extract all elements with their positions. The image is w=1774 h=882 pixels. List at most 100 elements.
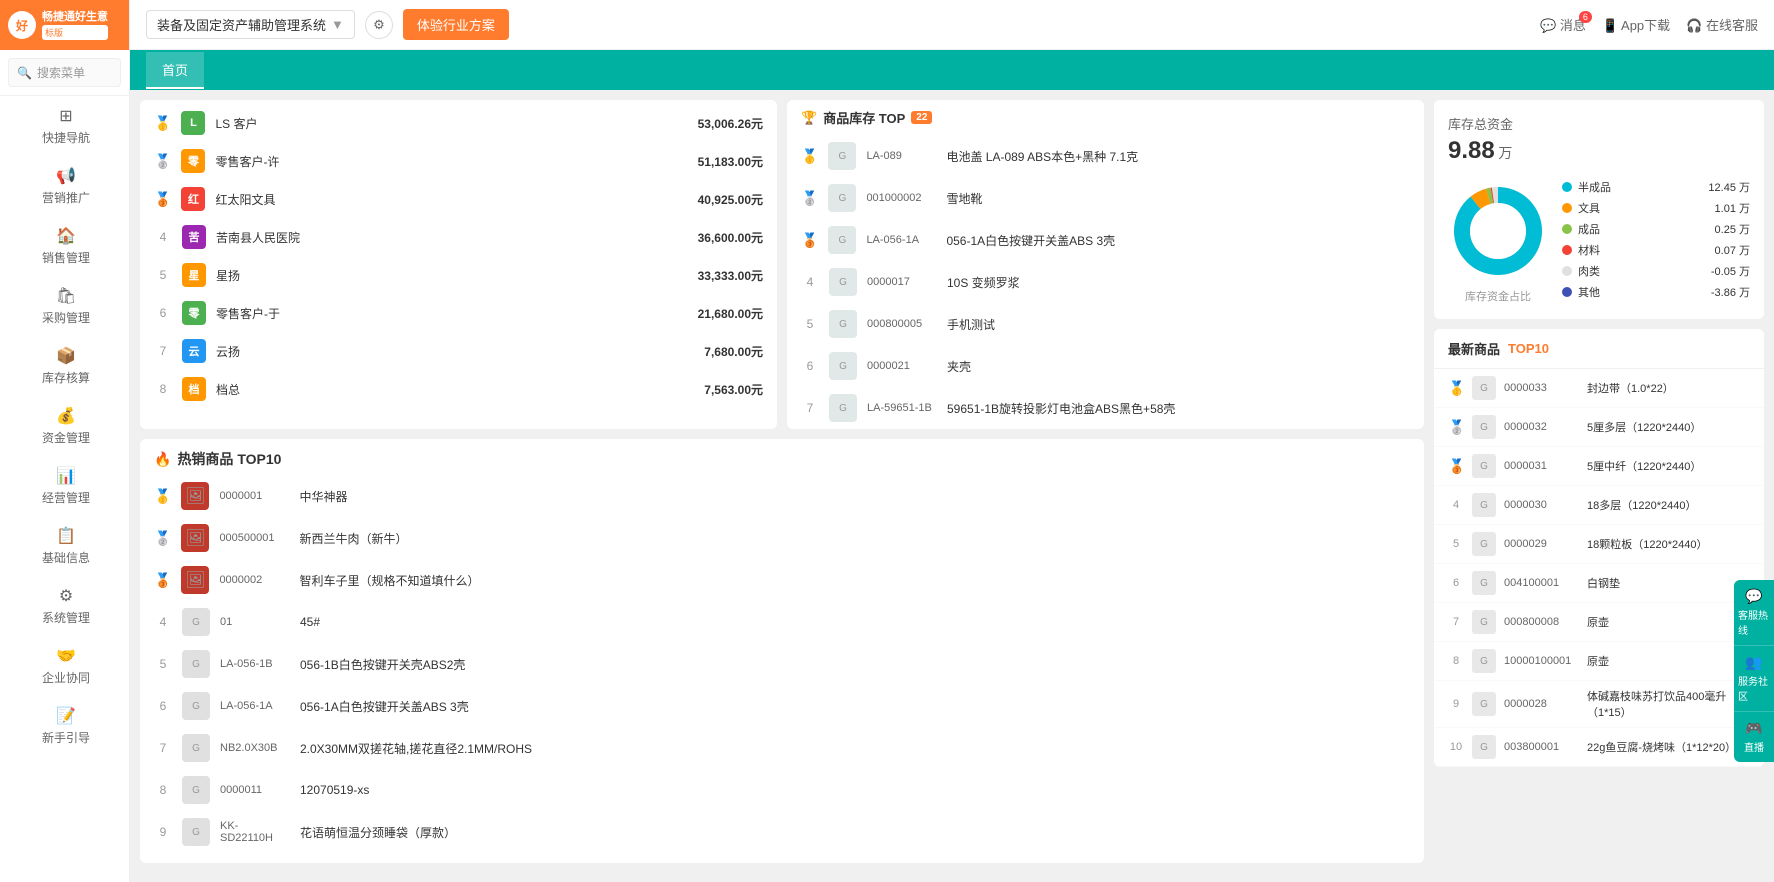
product-code: LA-59651-1B — [867, 402, 937, 414]
float-service-community-button[interactable]: 👥 服务社区 — [1734, 646, 1774, 712]
nav-label-sales: 销售管理 — [42, 249, 90, 266]
customer-name: 红太阳文具 — [215, 191, 687, 208]
legend-dot — [1562, 287, 1572, 297]
new-product-item: 9 G 0000028 体碱嘉枝味苏打饮品400毫升（1*15） — [1434, 681, 1764, 728]
trial-button[interactable]: 体验行业方案 — [403, 9, 509, 40]
sidebar-item-cooperation[interactable]: 🤝 企业协同 — [0, 636, 129, 696]
product-thumbnail: G — [829, 310, 857, 338]
nav-label-inventory: 库存核算 — [42, 369, 90, 386]
product-code: 0000002 — [219, 574, 289, 586]
new-product-thumbnail: G — [1472, 735, 1496, 759]
sidebar-search-area: 🔍 搜索菜单 — [0, 50, 129, 96]
float-btn-label: 服务社区 — [1738, 673, 1770, 703]
sidebar-item-inventory[interactable]: 📦 库存核算 — [0, 336, 129, 396]
settings-button[interactable]: ⚙ — [365, 11, 393, 39]
nav-icon-finance: 💰 — [56, 406, 76, 426]
legend-value: 1.01 万 — [1715, 200, 1750, 216]
product-code: 0000017 — [867, 276, 937, 288]
product-name: 056-1A白色按键开关盖ABS 3壳 — [946, 232, 1410, 249]
sidebar-item-purchase[interactable]: 🛍 采购管理 — [0, 276, 129, 336]
inventory-top-panel: 🏆 商品库存 TOP 22 🥇 G LA-089 电池盖 LA-089 ABS本… — [787, 100, 1424, 429]
new-product-name: 封边带（1.0*22） — [1587, 380, 1750, 396]
logo-text: 畅捷通好生意 — [42, 10, 108, 24]
inventory-product-item: 5 G 000800005 手机测试 — [787, 303, 1424, 345]
search-menu-button[interactable]: 🔍 搜索菜单 — [8, 58, 121, 87]
product-code: 001000002 — [866, 192, 936, 204]
rank-item: 🥉 红 红太阳文具 40,925.00元 — [140, 180, 777, 218]
sidebar-item-finance[interactable]: 💰 资金管理 — [0, 396, 129, 456]
sidebar-item-operations[interactable]: 📊 经营管理 — [0, 456, 129, 516]
customer-amount: 21,680.00元 — [698, 305, 763, 322]
rank-number: 8 — [154, 783, 172, 797]
new-product-rank: 4 — [1448, 499, 1464, 511]
rank-item: 5 星 星扬 33,333.00元 — [140, 256, 777, 294]
rank-number: 6 — [154, 306, 172, 320]
inventory-product-item: 🥈 G 001000002 雪地靴 — [787, 177, 1424, 219]
new-product-item: 🥈 G 0000032 5厘多层（1220*2440） — [1434, 408, 1764, 447]
rank-number: 4 — [801, 275, 819, 289]
new-product-name: 原壶 — [1587, 614, 1750, 630]
app-download-link[interactable]: 📱 App下载 — [1602, 15, 1670, 34]
product-thumbnail: G — [829, 394, 857, 422]
new-product-rank: 7 — [1448, 616, 1464, 628]
float-service: 💬 客服热线👥 服务社区🎮 直播 — [1734, 580, 1774, 762]
float-btn-label: 直播 — [1744, 739, 1764, 754]
online-service-link[interactable]: 🎧 在线客服 — [1686, 15, 1758, 34]
customer-name: 档总 — [216, 381, 694, 398]
product-code: LA-056-1A — [220, 700, 290, 712]
sidebar-item-guide[interactable]: 📝 新手引导 — [0, 696, 129, 756]
float-live-help-button[interactable]: 🎮 直播 — [1734, 712, 1774, 762]
nav-label-operations: 经营管理 — [42, 489, 90, 506]
product-code: NB2.0X30B — [220, 742, 290, 754]
nav-icon-quick-nav: ⊞ — [59, 106, 72, 126]
customer-avatar: 云 — [182, 339, 206, 363]
customer-amount: 40,925.00元 — [698, 191, 763, 208]
new-product-item: 10 G 003800001 22g鱼豆腐-烧烤味（1*12*20） — [1434, 728, 1764, 767]
legend-dot — [1562, 182, 1572, 192]
customer-avatar: 零 — [181, 149, 205, 173]
new-product-item: 🥉 G 0000031 5厘中纤（1220*2440） — [1434, 447, 1764, 486]
hot-product-item: 🥉 🖼 0000002 智利车子里（规格不知道填什么） — [140, 559, 1424, 601]
inventory-product-item: 6 G 0000021 夹壳 — [787, 345, 1424, 387]
logo-icon: 好 — [8, 11, 36, 39]
customer-avatar: 零 — [182, 301, 206, 325]
sidebar-item-system[interactable]: ⚙ 系统管理 — [0, 576, 129, 636]
new-product-thumbnail: G — [1472, 692, 1496, 716]
float-customer-service-button[interactable]: 💬 客服热线 — [1734, 580, 1774, 646]
legend-dot — [1562, 266, 1572, 276]
product-name: 夹壳 — [947, 358, 1410, 375]
sidebar-item-marketing[interactable]: 📢 营销推广 — [0, 156, 129, 216]
nav-menu: ⊞ 快捷导航📢 营销推广🏠 销售管理🛍 采购管理📦 库存核算💰 资金管理📊 经营… — [0, 96, 129, 756]
new-product-rank: 🥈 — [1448, 419, 1464, 436]
product-code: 01 — [220, 616, 290, 628]
sidebar-item-quick-nav[interactable]: ⊞ 快捷导航 — [0, 96, 129, 156]
customer-avatar: 档 — [182, 377, 206, 401]
rank-number: 6 — [801, 359, 819, 373]
float-btn-icon: 🎮 — [1745, 720, 1762, 737]
new-product-item: 7 G 000800008 原壶 — [1434, 603, 1764, 642]
inventory-product-item: 4 G 0000017 10S 变频罗浆 — [787, 261, 1424, 303]
new-product-name: 5厘多层（1220*2440） — [1587, 419, 1750, 435]
sidebar-item-sales[interactable]: 🏠 销售管理 — [0, 216, 129, 276]
legend-value: -0.05 万 — [1711, 263, 1750, 279]
legend-name: 半成品 — [1578, 179, 1702, 195]
top-customers-panel: 🥇 L LS 客户 53,006.26元🥈 零 零售客户-许 51,183.00… — [140, 100, 777, 429]
nav-label-purchase: 采购管理 — [42, 309, 90, 326]
new-product-name: 22g鱼豆腐-烧烤味（1*12*20） — [1587, 739, 1750, 755]
header: 装备及固定资产辅助管理系统 ▼ ⚙ 体验行业方案 💬 消息 6 📱 App下载 … — [130, 0, 1774, 50]
customers-list: 🥇 L LS 客户 53,006.26元🥈 零 零售客户-许 51,183.00… — [140, 100, 777, 412]
product-thumbnail: G — [182, 608, 210, 636]
product-code: 000800005 — [867, 318, 937, 330]
tab-home[interactable]: 首页 — [146, 52, 204, 89]
new-product-thumbnail: G — [1472, 571, 1496, 595]
message-count: 6 — [1579, 11, 1592, 23]
float-btn-icon: 👥 — [1745, 654, 1762, 671]
rank-item: 🥇 L LS 客户 53,006.26元 — [140, 104, 777, 142]
hot-products-panel: 🔥 热销商品 TOP10 🥇 🖼 0000001 中华神器🥈 🖼 0005000… — [140, 439, 1424, 863]
customer-avatar: L — [181, 111, 205, 135]
message-badge-area[interactable]: 💬 消息 6 — [1540, 15, 1586, 34]
new-products-header: 最新商品 TOP10 — [1434, 329, 1764, 369]
new-product-code: 0000033 — [1504, 382, 1579, 394]
sidebar-item-basic-info[interactable]: 📋 基础信息 — [0, 516, 129, 576]
trophy-icon: 🏆 — [801, 110, 817, 126]
